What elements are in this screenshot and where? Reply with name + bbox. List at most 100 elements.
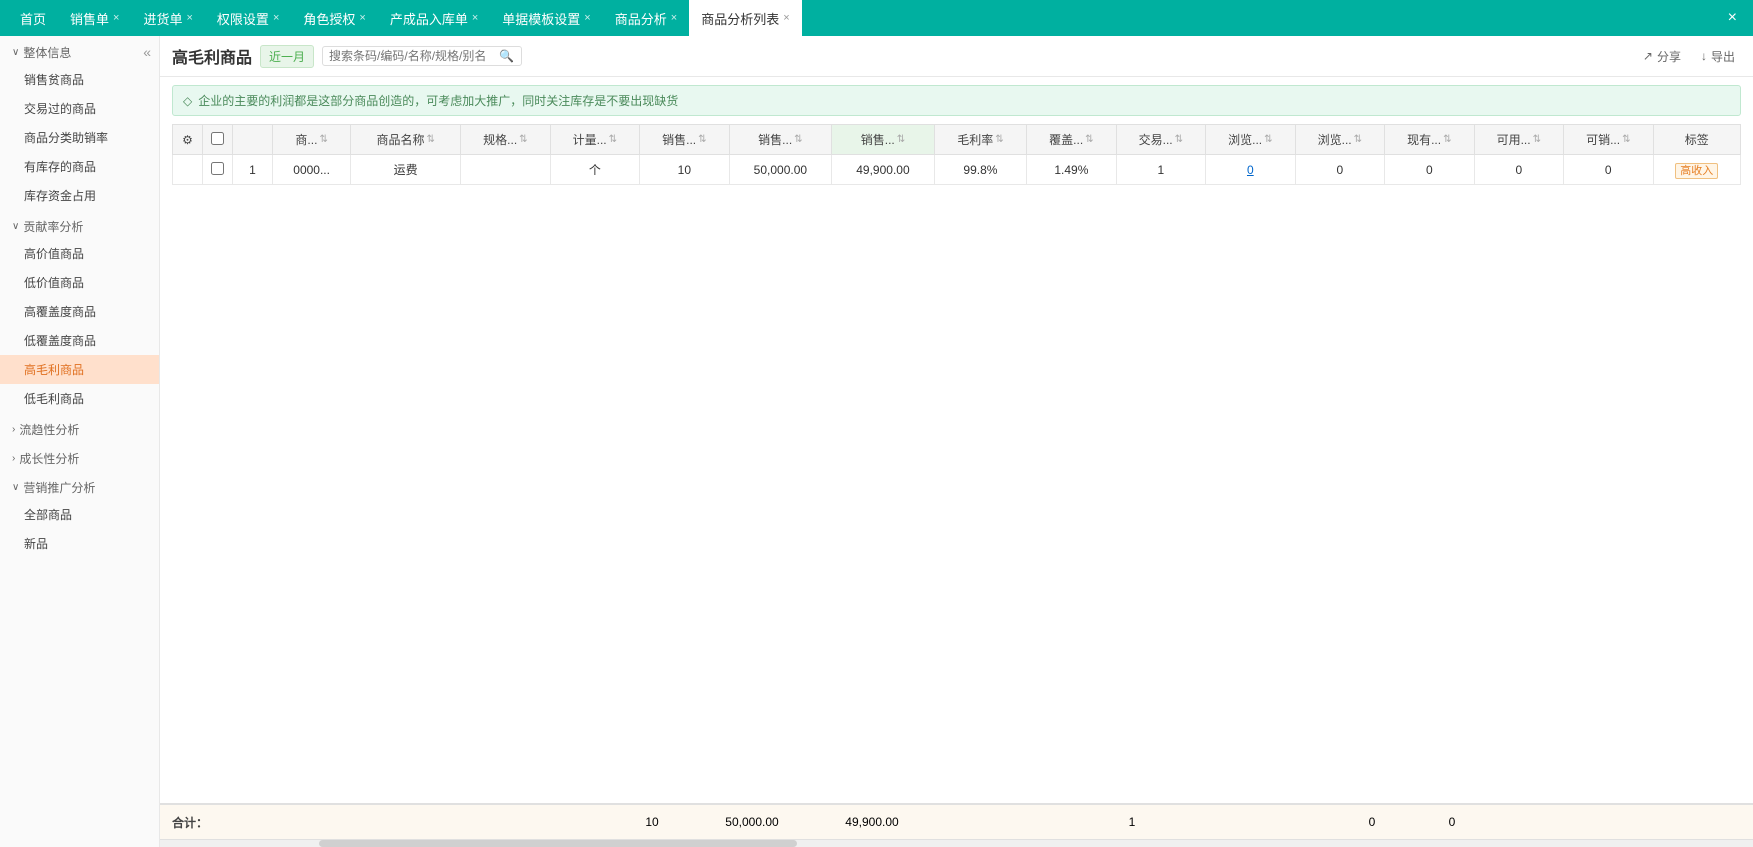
nav-permission-setting[interactable]: 权限设置 × [205, 0, 291, 36]
sidebar-item-high-value[interactable]: 高价值商品 [0, 239, 159, 268]
cell-sale-amount: 50,000.00 [729, 155, 832, 185]
col-code[interactable]: 商...⇅ [273, 125, 351, 155]
col-sale-qty[interactable]: 销售...⇅ [640, 125, 729, 155]
cell-available: 0 [1474, 155, 1563, 185]
col-gear[interactable]: ⚙ [173, 125, 203, 155]
col-name[interactable]: 商品名称⇅ [351, 125, 461, 155]
nav-home[interactable]: 首页 [8, 0, 58, 36]
nav-product-analysis-list[interactable]: 商品分析列表 × [689, 0, 801, 36]
cell-spec [461, 155, 550, 185]
sidebar-item-all-products[interactable]: 全部商品 [0, 500, 159, 529]
cell-transaction: 1 [1116, 155, 1205, 185]
cell-views2: 0 [1295, 155, 1384, 185]
col-available[interactable]: 可用...⇅ [1474, 125, 1563, 155]
footer-transaction: 1 [1092, 815, 1172, 829]
scrollbar-thumb [319, 840, 797, 847]
sidebar-group-contribution[interactable]: ∨ 贡献率分析 [0, 210, 159, 239]
data-table: ⚙ 商...⇅ 商品名称⇅ 规格...⇅ 计量...⇅ 销售...⇅ 销售...… [172, 124, 1741, 185]
cell-code: 0000... [273, 155, 351, 185]
sidebar-group-trend[interactable]: › 流趋性分析 [0, 413, 159, 442]
col-views1[interactable]: 浏览...⇅ [1206, 125, 1295, 155]
arrow-trend: › [12, 424, 15, 435]
nav-product-inbound[interactable]: 产成品入库单 × [378, 0, 490, 36]
sidebar-group-growth[interactable]: › 成长性分析 [0, 442, 159, 471]
col-coverage[interactable]: 覆盖...⇅ [1027, 125, 1116, 155]
cell-sale-profit: 49,900.00 [832, 155, 935, 185]
sidebar-collapse-button[interactable]: « [143, 44, 151, 60]
cell-coverage: 1.49% [1027, 155, 1116, 185]
col-stock[interactable]: 现有...⇅ [1385, 125, 1474, 155]
col-sale-profit[interactable]: 销售...⇅ [832, 125, 935, 155]
sidebar-item-stock-capital[interactable]: 库存资金占用 [0, 181, 159, 210]
close-role-auth[interactable]: × [359, 12, 365, 24]
sidebar-item-sales-poor[interactable]: 销售贫商品 [0, 65, 159, 94]
nav-role-auth[interactable]: 角色授权 × [291, 0, 377, 36]
arrow-marketing: ∨ [12, 482, 19, 493]
nav-template-settings[interactable]: 单据模板设置 × [490, 0, 602, 36]
nav-purchase-order[interactable]: 进货单 × [131, 0, 204, 36]
arrow-growth: › [12, 453, 15, 464]
col-transaction[interactable]: 交易...⇅ [1116, 125, 1205, 155]
sidebar-item-low-coverage[interactable]: 低覆盖度商品 [0, 326, 159, 355]
export-button[interactable]: ↓ 导出 [1695, 46, 1741, 67]
close-sales-order[interactable]: × [113, 12, 119, 24]
sort-coverage-icon: ⇅ [1085, 134, 1093, 145]
sidebar-item-new-products[interactable]: 新品 [0, 529, 159, 558]
sidebar: « ∨ 整体信息 销售贫商品 交易过的商品 商品分类助销率 有库存的商品 库存资… [0, 36, 160, 847]
nav-product-analysis[interactable]: 商品分析 × [603, 0, 689, 36]
close-product-inbound[interactable]: × [472, 12, 478, 24]
sort-spec-icon: ⇅ [519, 134, 527, 145]
col-saleable[interactable]: 可销...⇅ [1564, 125, 1653, 155]
page-title: 高毛利商品 [172, 44, 252, 68]
tag-badge: 高收入 [1675, 163, 1718, 179]
search-box: 🔍 [322, 46, 522, 66]
sidebar-item-high-margin[interactable]: 高毛利商品 [0, 355, 159, 384]
sort-sale-qty-icon: ⇅ [698, 134, 706, 145]
sidebar-item-in-stock[interactable]: 有库存的商品 [0, 152, 159, 181]
search-input[interactable] [329, 49, 499, 63]
close-purchase-order[interactable]: × [186, 12, 192, 24]
app-root: 首页 销售单 × 进货单 × 权限设置 × 角色授权 × 产成品入库单 × 单据… [0, 0, 1753, 847]
col-gross-margin[interactable]: 毛利率⇅ [934, 125, 1026, 155]
row-checkbox[interactable] [211, 162, 224, 175]
col-unit[interactable]: 计量...⇅ [550, 125, 639, 155]
search-icon[interactable]: 🔍 [499, 49, 514, 63]
info-banner: ◇ 企业的主要的利润都是这部分商品创造的，可考虑加大推广，同时关注库存是不要出现… [172, 85, 1741, 116]
close-permission-setting[interactable]: × [273, 12, 279, 24]
close-product-analysis-list[interactable]: × [783, 12, 789, 24]
close-product-analysis[interactable]: × [671, 12, 677, 24]
sort-views1-icon: ⇅ [1264, 134, 1272, 145]
col-checkbox [203, 125, 233, 155]
export-icon: ↓ [1701, 49, 1707, 63]
col-views2[interactable]: 浏览...⇅ [1295, 125, 1384, 155]
sort-sale-profit-icon: ⇅ [897, 134, 905, 145]
sidebar-item-category-rate[interactable]: 商品分类助销率 [0, 123, 159, 152]
sort-stock-icon: ⇅ [1443, 134, 1451, 145]
window-close-button[interactable]: × [1720, 9, 1745, 27]
header-actions: ↗ 分享 ↓ 导出 [1637, 46, 1741, 67]
cell-views1: 0 [1206, 155, 1295, 185]
sidebar-group-marketing[interactable]: ∨ 营销推广分析 [0, 471, 159, 500]
select-all-checkbox[interactable] [211, 132, 224, 145]
col-sale-amount[interactable]: 销售...⇅ [729, 125, 832, 155]
sidebar-group-overall[interactable]: ∨ 整体信息 [0, 36, 159, 65]
nav-sales-order[interactable]: 销售单 × [58, 0, 131, 36]
sort-name-icon: ⇅ [427, 134, 435, 145]
cell-gross-margin: 99.8% [934, 155, 1026, 185]
main-container: « ∨ 整体信息 销售贫商品 交易过的商品 商品分类助销率 有库存的商品 库存资… [0, 36, 1753, 847]
sidebar-item-traded[interactable]: 交易过的商品 [0, 94, 159, 123]
close-template-settings[interactable]: × [584, 12, 590, 24]
top-nav: 首页 销售单 × 进货单 × 权限设置 × 角色授权 × 产成品入库单 × 单据… [0, 0, 1753, 36]
sort-views2-icon: ⇅ [1354, 134, 1362, 145]
info-icon: ◇ [183, 94, 192, 108]
footer-stock: 0 [1332, 815, 1412, 829]
sidebar-item-low-value[interactable]: 低价值商品 [0, 268, 159, 297]
cell-stock: 0 [1385, 155, 1474, 185]
sort-code-icon: ⇅ [319, 134, 327, 145]
bottom-scrollbar[interactable] [160, 839, 1753, 847]
col-spec[interactable]: 规格...⇅ [461, 125, 550, 155]
sidebar-item-high-coverage[interactable]: 高覆盖度商品 [0, 297, 159, 326]
share-button[interactable]: ↗ 分享 [1637, 46, 1687, 67]
sidebar-item-low-margin[interactable]: 低毛利商品 [0, 384, 159, 413]
filter-recent-month-button[interactable]: 近一月 [260, 45, 314, 68]
